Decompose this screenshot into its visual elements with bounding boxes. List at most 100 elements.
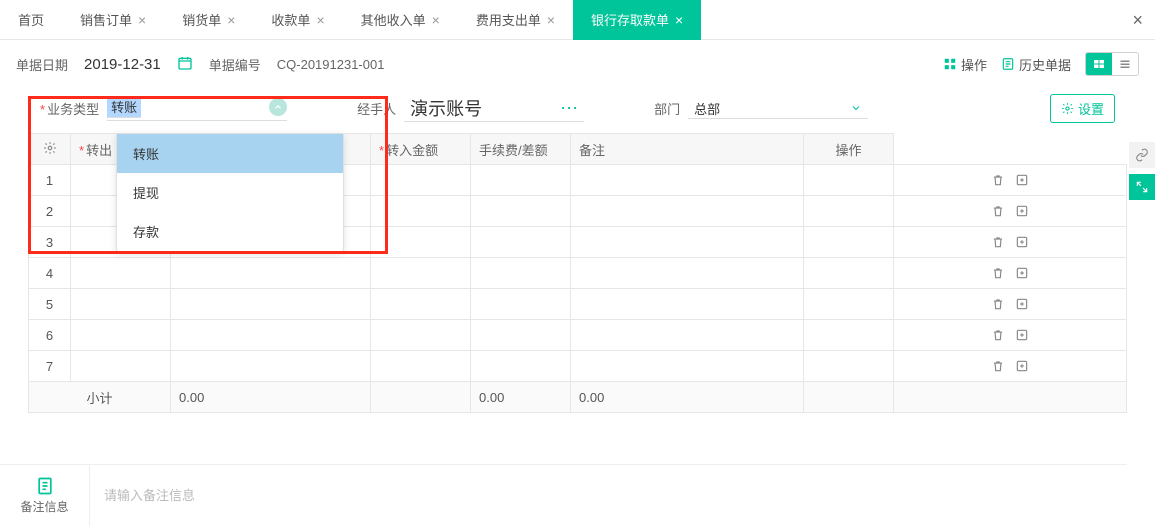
cell[interactable]	[471, 289, 571, 320]
dept-select[interactable]: 总部	[688, 99, 868, 119]
delete-icon[interactable]	[991, 235, 1005, 249]
delete-icon[interactable]	[991, 173, 1005, 187]
cell[interactable]	[804, 165, 894, 196]
ellipsis-icon[interactable]: ⋯	[560, 98, 578, 119]
history-link[interactable]: 历史单据	[1001, 55, 1071, 74]
cell[interactable]	[371, 196, 471, 227]
cell[interactable]	[371, 351, 471, 382]
cell[interactable]	[471, 320, 571, 351]
cell[interactable]	[71, 258, 171, 289]
close-icon[interactable]: ×	[316, 12, 324, 28]
cell[interactable]	[804, 258, 894, 289]
tab-sales-order[interactable]: 销售订单×	[62, 0, 164, 40]
row-num: 1	[29, 165, 71, 196]
cell[interactable]	[71, 320, 171, 351]
delete-icon[interactable]	[991, 204, 1005, 218]
cell[interactable]	[71, 289, 171, 320]
view-grid-button[interactable]	[1086, 53, 1112, 75]
cell[interactable]	[571, 196, 804, 227]
cell[interactable]	[371, 227, 471, 258]
cell[interactable]	[804, 351, 894, 382]
cell[interactable]	[371, 289, 471, 320]
table-row[interactable]: 5	[29, 289, 1127, 320]
add-icon[interactable]	[1015, 266, 1029, 280]
cell[interactable]	[804, 289, 894, 320]
close-all-icon[interactable]: ×	[1132, 10, 1143, 31]
cell[interactable]	[471, 165, 571, 196]
close-icon[interactable]: ×	[547, 12, 555, 28]
close-icon[interactable]: ×	[138, 12, 146, 28]
cell[interactable]	[804, 320, 894, 351]
dropdown-option-transfer[interactable]: 转账	[117, 134, 343, 173]
cell[interactable]	[571, 258, 804, 289]
cell[interactable]	[804, 227, 894, 258]
cell[interactable]	[571, 227, 804, 258]
cell[interactable]	[371, 258, 471, 289]
close-icon[interactable]: ×	[432, 12, 440, 28]
cell[interactable]	[471, 258, 571, 289]
add-icon[interactable]	[1015, 204, 1029, 218]
dropdown-option-withdraw[interactable]: 提现	[117, 173, 343, 212]
tab-expense[interactable]: 费用支出单×	[458, 0, 573, 40]
settings-button[interactable]: 设置	[1050, 94, 1115, 123]
doc-header: 单据日期 2019-12-31 单据编号 CQ-20191231-001 操作 …	[0, 40, 1155, 88]
cell[interactable]	[471, 196, 571, 227]
table-row[interactable]: 7	[29, 351, 1127, 382]
row-num: 7	[29, 351, 71, 382]
dept-filter: 部门 总部	[654, 99, 868, 119]
tab-receipt[interactable]: 收款单×	[253, 0, 342, 40]
subtotal-label: 小计	[29, 382, 171, 413]
table-row[interactable]: 6	[29, 320, 1127, 351]
add-icon[interactable]	[1015, 297, 1029, 311]
row-num: 3	[29, 227, 71, 258]
cell[interactable]	[571, 165, 804, 196]
cell[interactable]	[171, 289, 371, 320]
biz-type-input[interactable]: 转账	[107, 96, 141, 118]
date-label: 单据日期	[16, 55, 68, 74]
add-icon[interactable]	[1015, 359, 1029, 373]
cell[interactable]	[571, 351, 804, 382]
cell[interactable]	[371, 320, 471, 351]
cell[interactable]	[471, 351, 571, 382]
cell[interactable]	[471, 227, 571, 258]
expand-icon[interactable]	[1129, 174, 1155, 200]
add-icon[interactable]	[1015, 235, 1029, 249]
add-icon[interactable]	[1015, 173, 1029, 187]
date-value[interactable]: 2019-12-31	[84, 56, 161, 73]
add-icon[interactable]	[1015, 328, 1029, 342]
close-icon[interactable]: ×	[227, 12, 235, 28]
link-icon[interactable]	[1129, 142, 1155, 168]
cell[interactable]	[171, 351, 371, 382]
cell[interactable]	[171, 320, 371, 351]
ops-link[interactable]: 操作	[943, 55, 987, 74]
tab-other-income[interactable]: 其他收入单×	[343, 0, 458, 40]
view-toggles	[1085, 52, 1139, 76]
cell[interactable]	[571, 320, 804, 351]
view-list-button[interactable]	[1112, 53, 1138, 75]
chevron-up-icon[interactable]	[269, 98, 287, 116]
tab-shipment[interactable]: 销货单×	[164, 0, 253, 40]
delete-icon[interactable]	[991, 297, 1005, 311]
row-num: 2	[29, 196, 71, 227]
biz-type-filter: *业务类型 转账	[40, 96, 287, 121]
cell[interactable]	[804, 196, 894, 227]
tab-bar: 首页 销售订单× 销货单× 收款单× 其他收入单× 费用支出单× 银行存取款单×…	[0, 0, 1155, 40]
cell[interactable]	[371, 165, 471, 196]
tab-home[interactable]: 首页	[0, 0, 62, 40]
close-icon[interactable]: ×	[675, 12, 683, 28]
filter-row: *业务类型 转账 经手人 演示账号 ⋯ 部门 总部 设置	[0, 88, 1155, 133]
gear-header[interactable]	[29, 134, 71, 165]
handler-input[interactable]: 演示账号 ⋯	[404, 95, 584, 122]
table-row[interactable]: 4	[29, 258, 1127, 289]
cell[interactable]	[171, 258, 371, 289]
cell[interactable]	[571, 289, 804, 320]
remark-tab[interactable]: 备注信息	[0, 465, 90, 526]
cell[interactable]	[71, 351, 171, 382]
remark-input[interactable]	[90, 465, 1127, 526]
dropdown-option-deposit[interactable]: 存款	[117, 212, 343, 251]
tab-bank-transfer[interactable]: 银行存取款单×	[573, 0, 701, 40]
delete-icon[interactable]	[991, 328, 1005, 342]
delete-icon[interactable]	[991, 359, 1005, 373]
delete-icon[interactable]	[991, 266, 1005, 280]
calendar-icon[interactable]	[177, 55, 193, 74]
